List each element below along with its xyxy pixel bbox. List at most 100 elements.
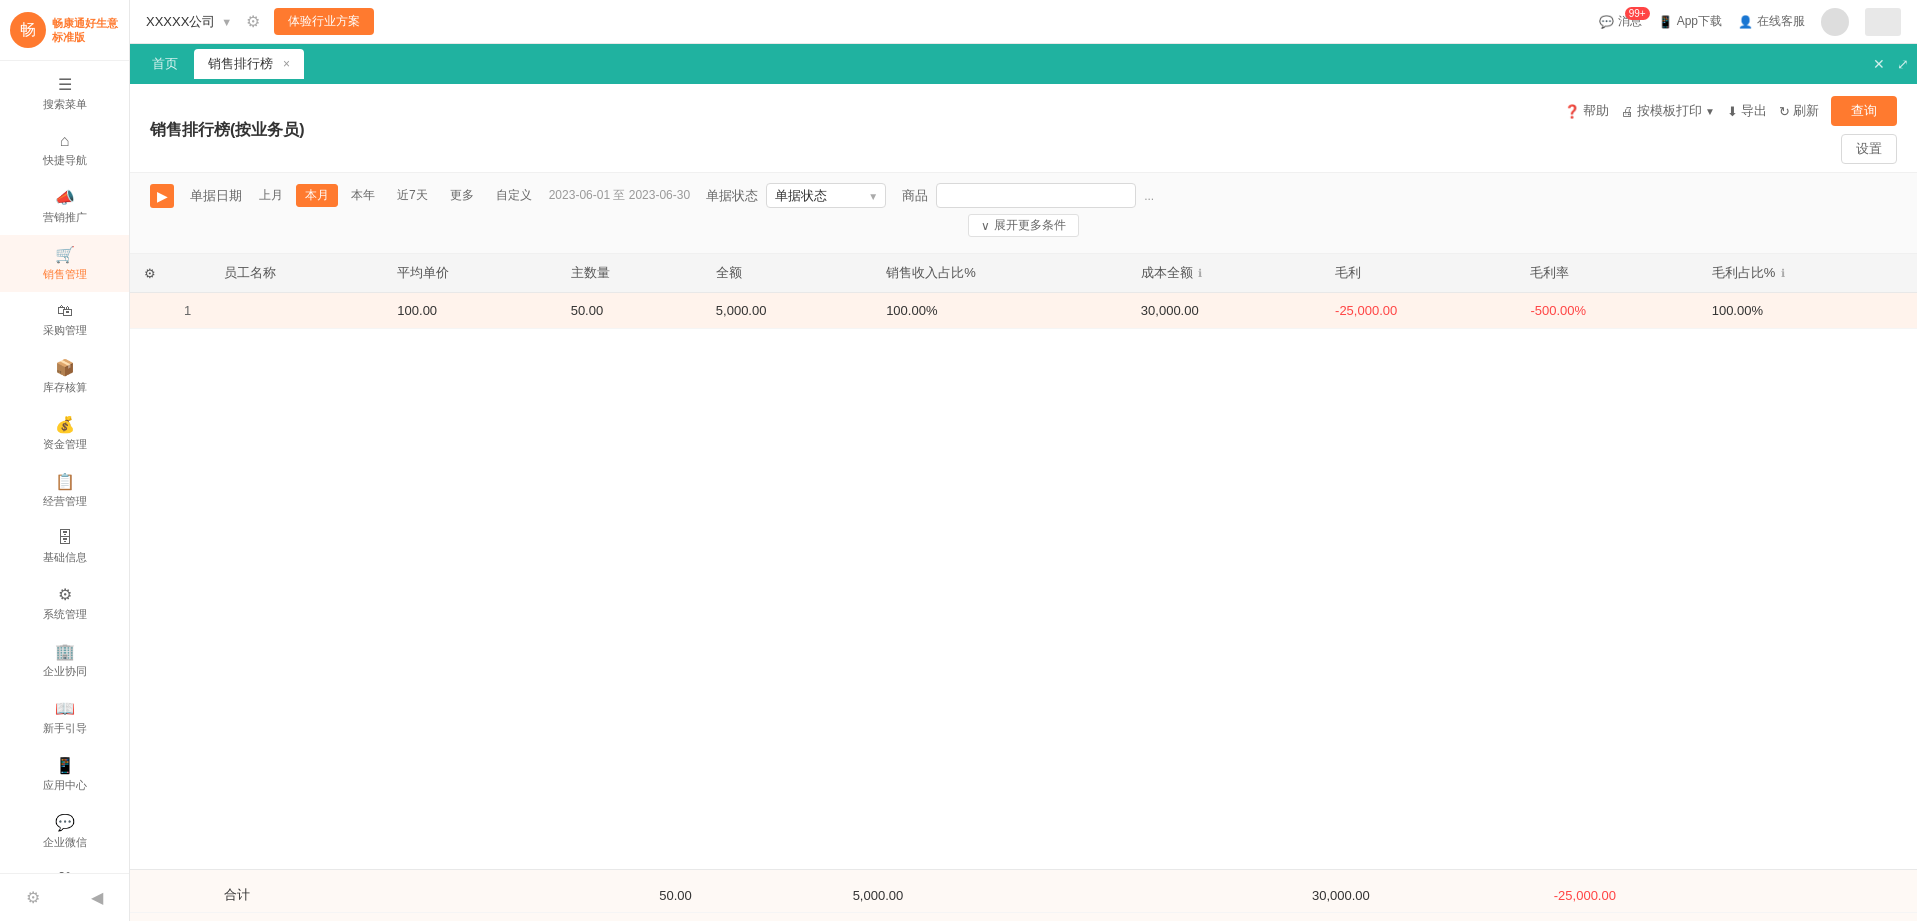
sidebar-item-label: 营销推广 [43,210,87,225]
sidebar-item-marketing[interactable]: 📣 营销推广 [0,178,129,235]
help-button[interactable]: ❓ 帮助 [1564,102,1609,120]
sidebar-item-inventory[interactable]: 📦 库存核算 [0,348,129,405]
footer-table: 合计 50.00 5,000.00 30,000.00 -25,000.00 [130,878,1917,913]
date-btn-7days[interactable]: 近7天 [388,184,437,207]
sidebar-item-appstore[interactable]: 📱 应用中心 [0,746,129,803]
more-filter-icon[interactable]: ... [1144,189,1154,203]
print-button[interactable]: 🖨 按模板打印 ▼ [1621,102,1715,120]
sidebar-item-label: 经营管理 [43,494,87,509]
sidebar-item-basicinfo[interactable]: 🗄 基础信息 [0,519,129,575]
sidebar-item-label: 应用中心 [43,778,87,793]
tab-window-controls: ✕ ⤢ [1873,56,1909,72]
header-right: 💬 消息 99+ 📱 App下载 👤 在线客服 [1599,8,1901,36]
goods-filter: 商品 ... [902,183,1154,208]
wechat-icon: 💬 [55,813,75,832]
date-btn-more[interactable]: 更多 [441,184,483,207]
sidebar-item-label: 基础信息 [43,550,87,565]
help-icon: ❓ [1564,104,1580,119]
status-select[interactable]: 单据状态 [766,183,886,208]
expand-conditions-button[interactable]: ∨ 展开更多条件 [968,214,1079,237]
th-settings[interactable]: ⚙ [130,254,170,293]
enterprise-icon: 🏢 [55,642,75,661]
online-service-group[interactable]: 👤 在线客服 [1738,13,1805,30]
td-name [210,293,383,329]
app-download-label: App下载 [1677,13,1722,30]
trial-button[interactable]: 体验行业方案 [274,8,374,35]
home-icon: ⌂ [60,132,70,150]
sidebar-item-operations[interactable]: 📋 经营管理 [0,462,129,519]
sidebar-settings-icon[interactable]: ⚙ [22,884,44,911]
td-gross: -25,000.00 [1321,293,1516,329]
date-range-buttons: 上月 本月 本年 近7天 更多 自定义 [250,184,541,207]
sidebar-item-label: 资金管理 [43,437,87,452]
table-header: ⚙ 员工名称 平均单价 主数量 全额 [130,254,1917,293]
cost-info-icon[interactable]: ℹ [1198,267,1202,279]
sidebar-item-search[interactable]: ☰ 搜索菜单 [0,65,129,122]
th-total: 全额 [702,254,872,293]
tab-close-icon[interactable]: × [283,57,290,71]
app-download-group[interactable]: 📱 App下载 [1658,13,1722,30]
sidebar-item-label: 销售管理 [43,267,87,282]
sidebar-collapse-icon[interactable]: ◀ [87,884,107,911]
print-icon: 🖨 [1621,104,1634,119]
footer-cost: 30,000.00 [1312,888,1370,903]
td-sales-pct: 100.00% [872,293,1127,329]
sidebar-item-membership[interactable]: V 畅会员 [0,860,129,873]
user-avatar[interactable] [1821,8,1849,36]
window-close-icon[interactable]: ✕ [1873,56,1885,72]
date-btn-this-month[interactable]: 本月 [296,184,338,207]
sidebar-item-system[interactable]: ⚙ 系统管理 [0,575,129,632]
sidebar-logo: 畅 畅康通好生意 标准版 [0,0,129,61]
filter-toggle-arrow[interactable]: ▶ [150,184,174,208]
export-button[interactable]: ⬇ 导出 [1727,102,1767,120]
date-filter: 单据日期 上月 本月 本年 近7天 更多 自定义 2023-06-01 至 20… [190,184,690,207]
sidebar-item-finance[interactable]: 💰 资金管理 [0,405,129,462]
sidebar-item-guide[interactable]: 📖 新手引导 [0,689,129,746]
sidebar-item-purchase[interactable]: 🛍 采购管理 [0,292,129,348]
sidebar-item-enterprise[interactable]: 🏢 企业协同 [0,632,129,689]
sidebar-item-label: 企业微信 [43,835,87,850]
refresh-button[interactable]: ↻ 刷新 [1779,102,1819,120]
sidebar-item-label: 快捷导航 [43,153,87,168]
date-range-text: 2023-06-01 至 2023-06-30 [549,187,690,204]
window-maximize-icon[interactable]: ⤢ [1897,56,1909,72]
message-group[interactable]: 💬 消息 99+ [1599,13,1642,30]
date-filter-label: 单据日期 [190,187,242,205]
tab-sales-ranking[interactable]: 销售排行榜 × [194,49,304,79]
message-badge: 99+ [1625,7,1650,20]
th-avg-price: 平均单价 [383,254,556,293]
company-settings-icon[interactable]: ⚙ [246,12,260,31]
print-chevron-icon: ▼ [1705,106,1715,117]
sidebar-nav: ☰ 搜索菜单 ⌂ 快捷导航 📣 营销推广 🛒 销售管理 🛍 采购管理 📦 库存核… [0,61,129,873]
td-cost: 30,000.00 [1127,293,1321,329]
data-table: ⚙ 员工名称 平均单价 主数量 全额 [130,254,1917,329]
status-filter-label: 单据状态 [706,187,758,205]
status-select-wrapper: 单据状态 [766,183,886,208]
online-service-icon: 👤 [1738,15,1753,29]
date-btn-custom[interactable]: 自定义 [487,184,541,207]
footer-gross: -25,000.00 [1554,888,1616,903]
query-button[interactable]: 查询 [1831,96,1897,126]
page-header: 销售排行榜(按业务员) ❓ 帮助 🖨 按模板打印 ▼ ⬇ 导出 [130,84,1917,173]
expand-chevron-icon: ∨ [981,219,990,233]
td-gross-rate: -500.00% [1516,293,1697,329]
tab-bar: 首页 销售排行榜 × ✕ ⤢ [130,44,1917,84]
page-actions: ❓ 帮助 🖨 按模板打印 ▼ ⬇ 导出 ↻ 刷新 [1564,96,1897,126]
tab-home[interactable]: 首页 [138,49,192,79]
column-settings-icon[interactable]: ⚙ [144,266,156,281]
goods-input[interactable] [936,183,1136,208]
footer-total: 5,000.00 [853,888,904,903]
settings-button[interactable]: 设置 [1841,134,1897,164]
top-header: XXXXX公司 ▼ ⚙ 体验行业方案 💬 消息 99+ 📱 App下载 👤 在线… [130,0,1917,44]
sidebar-item-sales[interactable]: 🛒 销售管理 [0,235,129,292]
sidebar-item-wechat[interactable]: 💬 企业微信 [0,803,129,860]
goods-filter-label: 商品 [902,187,928,205]
gross-pct-info-icon[interactable]: ℹ [1781,267,1785,279]
date-btn-this-year[interactable]: 本年 [342,184,384,207]
table-footer: 合计 50.00 5,000.00 30,000.00 -25,000.00 [130,869,1917,921]
company-selector[interactable]: XXXXX公司 ▼ [146,13,232,31]
date-btn-last-month[interactable]: 上月 [250,184,292,207]
filter-area: ▶ 单据日期 上月 本月 本年 近7天 更多 自定义 2023-06-01 至 … [130,173,1917,254]
sidebar-item-quicknav[interactable]: ⌂ 快捷导航 [0,122,129,178]
expand-row: ∨ 展开更多条件 [150,208,1897,243]
